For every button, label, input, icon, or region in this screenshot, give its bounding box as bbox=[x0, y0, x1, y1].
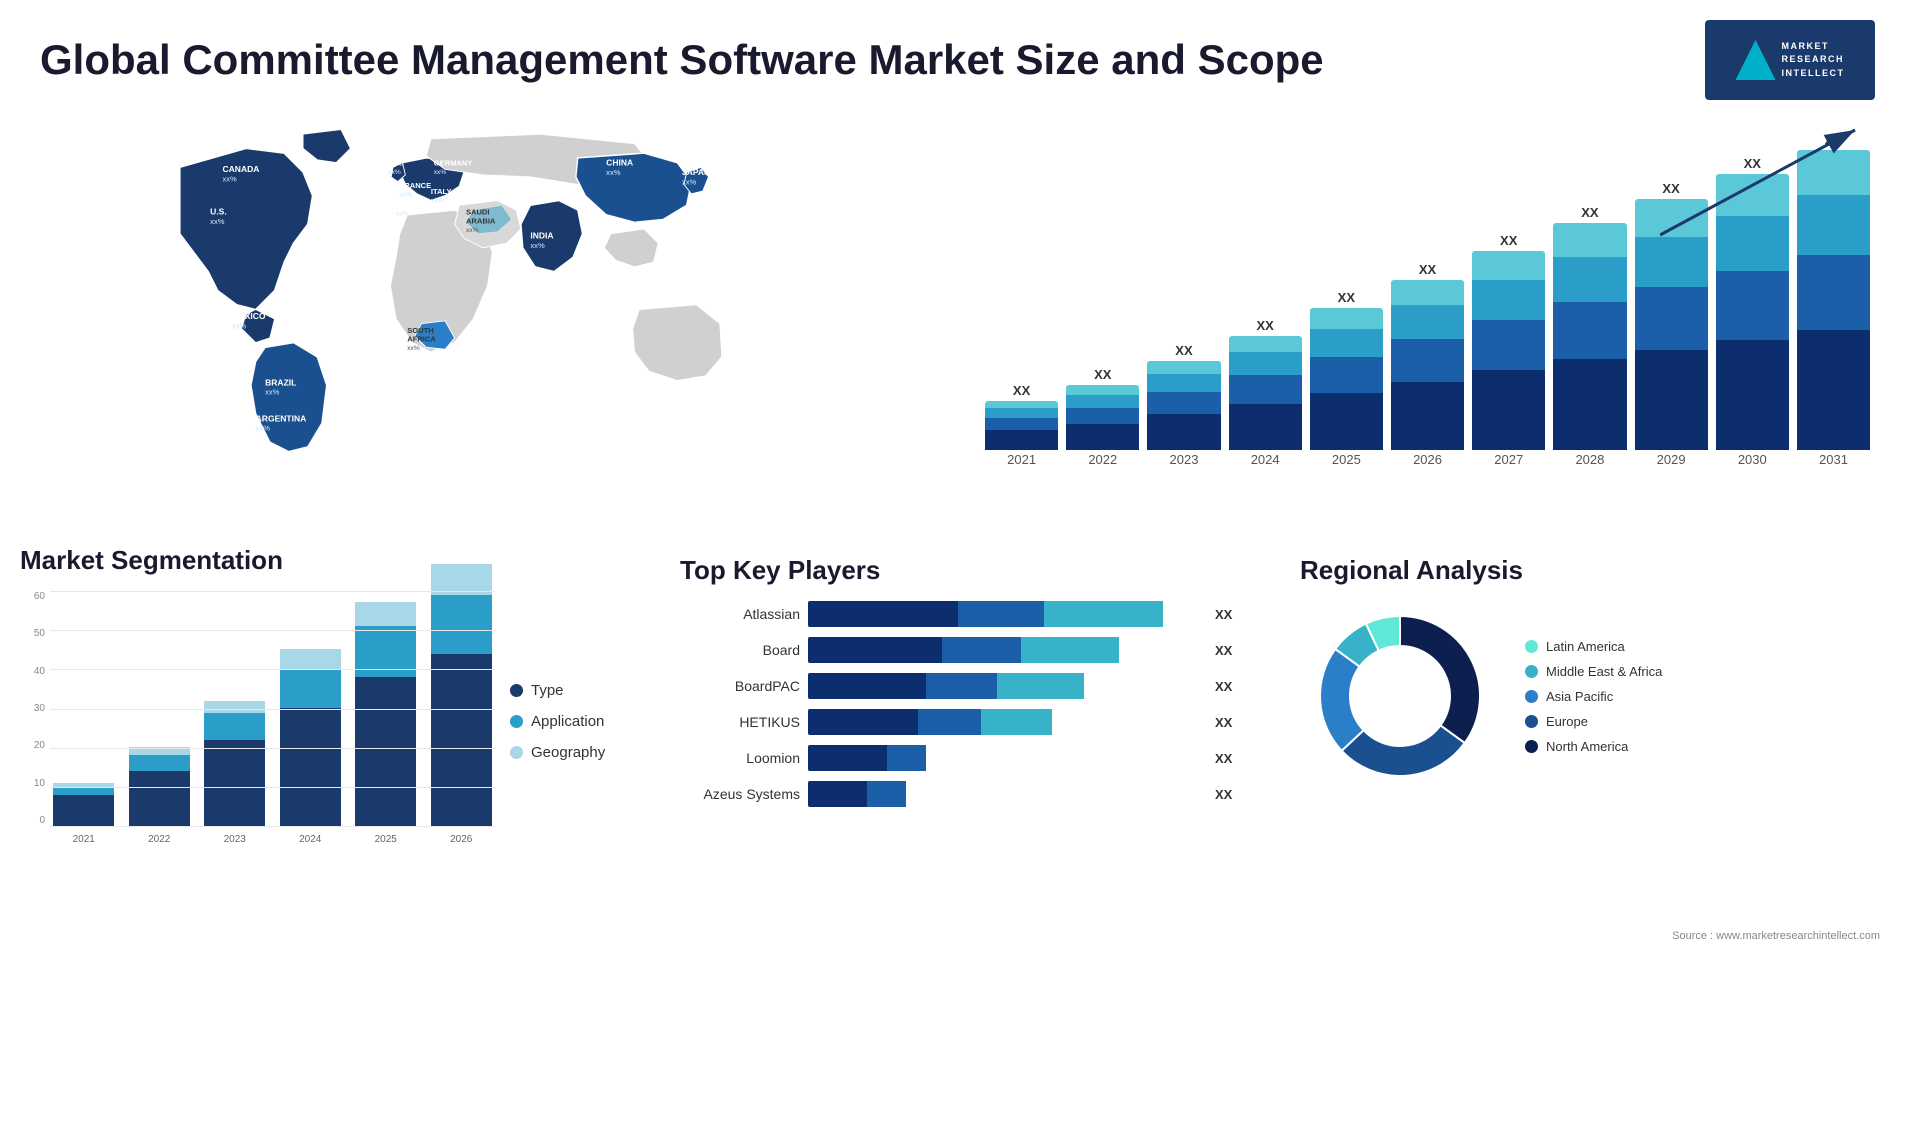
map-section: CANADA xx% U.S. xx% MEXICO xx% BRAZIL xx… bbox=[30, 110, 955, 540]
svg-text:GERMANY: GERMANY bbox=[434, 158, 473, 167]
svg-text:xx%: xx% bbox=[431, 197, 444, 204]
seg-legend: Type Application Geography bbox=[510, 591, 640, 851]
barchart-section: XXXXXXXXXXXXXXXXXXXXXX 20212022202320242… bbox=[965, 110, 1890, 540]
world-map-svg: CANADA xx% U.S. xx% MEXICO xx% BRAZIL xx… bbox=[40, 120, 945, 480]
bar-group-2026: XX bbox=[1391, 262, 1464, 450]
seg-legend-type: Type bbox=[510, 682, 640, 699]
svg-text:AFRICA: AFRICA bbox=[407, 335, 436, 344]
type-label: Type bbox=[531, 682, 564, 699]
geo-label: Geography bbox=[531, 744, 605, 761]
svg-text:CHINA: CHINA bbox=[606, 157, 633, 167]
donut-chart bbox=[1300, 596, 1500, 796]
segmentation-title: Market Segmentation bbox=[20, 545, 640, 576]
logo-line2: RESEARCH bbox=[1782, 53, 1845, 67]
donut-segment bbox=[1400, 616, 1480, 743]
svg-text:BRAZIL: BRAZIL bbox=[265, 377, 296, 387]
player-row: BoardXX bbox=[680, 637, 1240, 663]
seg-legend-geo: Geography bbox=[510, 744, 640, 761]
regional-title: Regional Analysis bbox=[1300, 555, 1880, 586]
bar-group-2023: XX bbox=[1147, 343, 1220, 450]
player-row: HETIKUSXX bbox=[680, 709, 1240, 735]
svg-text:ARGENTINA: ARGENTINA bbox=[256, 413, 307, 423]
svg-text:xx%: xx% bbox=[606, 168, 621, 177]
regional-legend: Latin America Middle East & Africa Asia Pa… bbox=[1525, 639, 1662, 754]
bar-group-2024: XX bbox=[1229, 318, 1302, 450]
logo: MARKET RESEARCH INTELLECT bbox=[1700, 20, 1880, 100]
players-list: AtlassianXX BoardXX BoardPACXX HETIKUSXX Loo… bbox=[680, 601, 1240, 807]
svg-text:xx%: xx% bbox=[396, 211, 409, 218]
bar-group-2028: XX bbox=[1553, 205, 1626, 450]
svg-text:xx%: xx% bbox=[466, 227, 479, 234]
bar-group-2022: XX bbox=[1066, 367, 1139, 450]
svg-text:xx%: xx% bbox=[223, 175, 238, 184]
segmentation-content: 60 50 40 30 20 10 0 20212022202320242025… bbox=[20, 591, 640, 851]
canada-label: CANADA bbox=[223, 164, 260, 174]
bar-chart-container: XXXXXXXXXXXXXXXXXXXXXX 20212022202320242… bbox=[975, 120, 1880, 510]
player-row: Azeus SystemsXX bbox=[680, 781, 1240, 807]
player-row: BoardPACXX bbox=[680, 673, 1240, 699]
svg-text:U.S.: U.S. bbox=[210, 207, 227, 217]
regional-content: Latin America Middle East & Africa Asia Pa… bbox=[1300, 596, 1880, 796]
seg-legend-app: Application bbox=[510, 713, 640, 730]
svg-text:xx%: xx% bbox=[210, 217, 225, 226]
player-row: LoomionXX bbox=[680, 745, 1240, 771]
bar-group-2025: XX bbox=[1310, 290, 1383, 450]
seg-chart: 60 50 40 30 20 10 0 20212022202320242025… bbox=[20, 591, 495, 851]
players-title: Top Key Players bbox=[680, 555, 1240, 586]
bar-group-2027: XX bbox=[1472, 233, 1545, 450]
logo-box: MARKET RESEARCH INTELLECT bbox=[1705, 20, 1875, 100]
svg-text:xx%: xx% bbox=[232, 321, 247, 330]
svg-text:xx%: xx% bbox=[265, 388, 280, 397]
regional-legend-item: Middle East & Africa bbox=[1525, 664, 1662, 679]
donut-svg bbox=[1300, 596, 1500, 796]
world-map: CANADA xx% U.S. xx% MEXICO xx% BRAZIL xx… bbox=[40, 120, 945, 480]
svg-text:MEXICO: MEXICO bbox=[232, 311, 266, 321]
bar-group-2021: XX bbox=[985, 383, 1058, 450]
regional-legend-item: Asia Pacific bbox=[1525, 689, 1662, 704]
source-text: Source : www.marketresearchintellect.com bbox=[0, 930, 1920, 947]
x-axis-labels: 2021202220232024202520262027202820292030… bbox=[985, 452, 1870, 467]
seg-bars-inner bbox=[50, 591, 495, 826]
regional-section: Regional Analysis Latin America Middle Ea… bbox=[1280, 545, 1900, 925]
svg-text:FRANCE: FRANCE bbox=[400, 181, 432, 190]
regional-legend-item: Europe bbox=[1525, 714, 1662, 729]
app-label: Application bbox=[531, 713, 604, 730]
svg-text:U.K.: U.K. bbox=[388, 158, 403, 167]
svg-text:xx%: xx% bbox=[256, 424, 271, 433]
geo-dot bbox=[510, 746, 523, 759]
svg-text:xx%: xx% bbox=[434, 169, 447, 176]
seg-x-axis: 202120222023202420252026 bbox=[50, 829, 495, 851]
type-dot bbox=[510, 684, 523, 697]
players-section: Top Key Players AtlassianXX BoardXX BoardP… bbox=[650, 545, 1270, 925]
svg-text:xx%: xx% bbox=[682, 177, 697, 186]
svg-text:INDIA: INDIA bbox=[530, 230, 553, 240]
logo-line3: INTELLECT bbox=[1782, 67, 1845, 81]
segmentation-section: Market Segmentation 60 50 40 30 20 10 0 bbox=[20, 545, 640, 925]
trend-arrow-svg bbox=[1660, 125, 1860, 245]
svg-text:ITALY: ITALY bbox=[431, 187, 452, 196]
header: Global Committee Management Software Mar… bbox=[0, 0, 1920, 110]
svg-text:xx%: xx% bbox=[407, 345, 420, 352]
svg-text:JAPAN: JAPAN bbox=[682, 167, 710, 177]
svg-text:SPAIN: SPAIN bbox=[396, 200, 419, 209]
svg-text:ARABIA: ARABIA bbox=[466, 216, 496, 225]
svg-text:xx%: xx% bbox=[530, 241, 545, 250]
regional-legend-item: North America bbox=[1525, 739, 1662, 754]
svg-text:xx%: xx% bbox=[388, 169, 401, 176]
svg-text:xx%: xx% bbox=[400, 192, 413, 199]
logo-line1: MARKET bbox=[1782, 40, 1845, 54]
player-row: AtlassianXX bbox=[680, 601, 1240, 627]
regional-legend-item: Latin America bbox=[1525, 639, 1662, 654]
page-title: Global Committee Management Software Mar… bbox=[40, 36, 1324, 84]
app-dot bbox=[510, 715, 523, 728]
